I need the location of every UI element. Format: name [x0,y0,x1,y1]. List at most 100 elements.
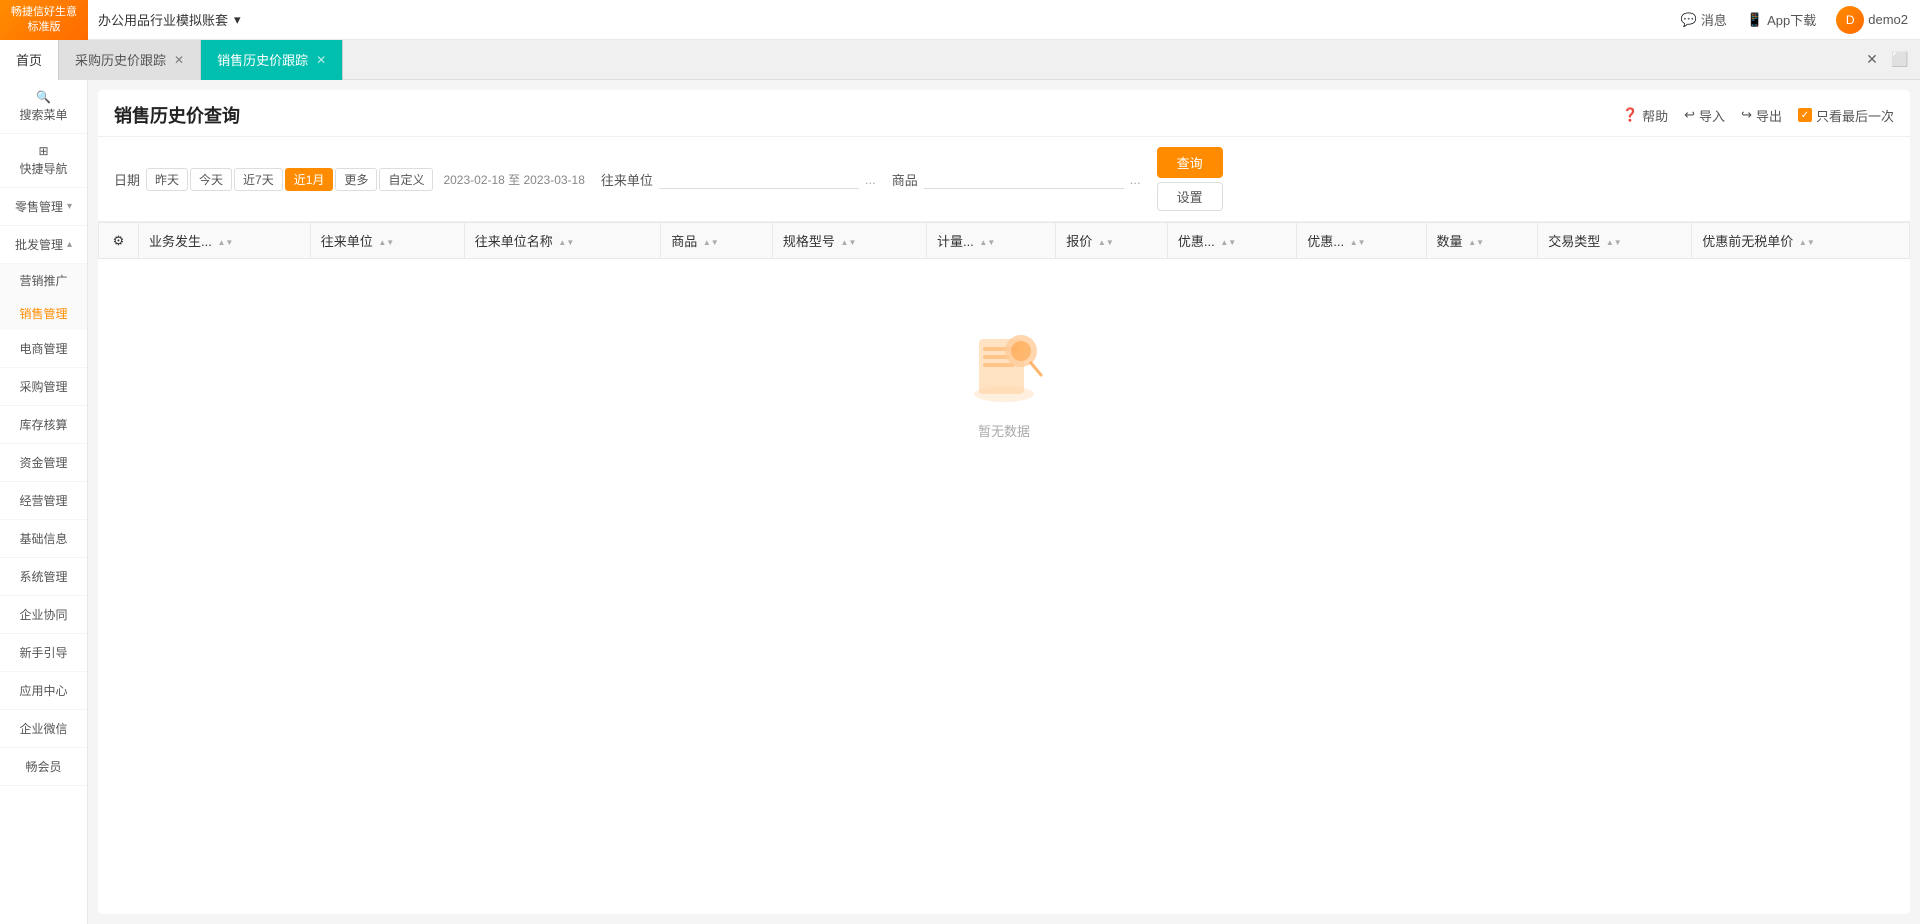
sort-icon: ▲▼ [1098,239,1114,247]
sidebar-item-member[interactable]: 畅会员 [0,748,87,786]
export-button[interactable]: ↪ 导出 [1741,106,1782,125]
query-button[interactable]: 查询 [1157,147,1223,178]
date-btn-7days[interactable]: 近7天 [234,168,283,191]
sidebar-item-search[interactable]: 🔍 搜索菜单 [0,80,87,134]
maximize-action[interactable]: ⬜ [1890,50,1910,70]
sort-icon: ▲▼ [1606,239,1622,247]
th-product[interactable]: 商品 ▲▼ [661,223,773,259]
page-card: 销售历史价查询 ❓ 帮助 ↩ 导入 ↪ 导出 ✓ [98,90,1910,914]
chevron-down-icon: ▾ [234,12,241,28]
account-selector[interactable]: 办公用品行业模拟账套 ▾ [88,10,251,29]
th-unit[interactable]: 计量... ▲▼ [926,223,1055,259]
sidebar-item-system[interactable]: 系统管理 [0,558,87,596]
date-btn-more[interactable]: 更多 [335,168,377,191]
tab-sales[interactable]: 销售历史价跟踪 ✕ [201,40,343,80]
sidebar-item-operations[interactable]: 经营管理 [0,482,87,520]
product-label: 商品 [892,170,918,189]
th-spec[interactable]: 规格型号 ▲▼ [772,223,926,259]
sidebar-item-enterprise[interactable]: 企业协同 [0,596,87,634]
import-button[interactable]: ↩ 导入 [1684,106,1725,125]
product-filter-group: 商品 ... [892,169,1141,189]
sort-icon: ▲▼ [378,239,394,247]
sort-icon: ▲▼ [217,239,233,247]
message-button[interactable]: 💬 消息 [1681,10,1727,29]
checkbox-checked-icon: ✓ [1798,108,1812,122]
help-button[interactable]: ❓ 帮助 [1622,106,1668,125]
user-menu[interactable]: D demo2 [1836,6,1908,34]
date-btn-group: 昨天 今天 近7天 近1月 更多 自定义 [146,168,433,191]
sidebar-item-shortcut[interactable]: ⊞ 快捷导航 [0,134,87,188]
sidebar-item-basic[interactable]: 基础信息 [0,520,87,558]
th-partner-name[interactable]: 往来单位名称 ▲▼ [464,223,660,259]
logo[interactable]: 畅捷信好生意 标准版 [0,0,88,40]
avatar: D [1836,6,1864,34]
partner-input[interactable] [659,169,859,189]
sidebar-item-sales-mgmt[interactable]: 销售管理 [0,297,87,330]
page-title-bar: 销售历史价查询 ❓ 帮助 ↩ 导入 ↪ 导出 ✓ [98,90,1910,137]
th-pre-tax[interactable]: 优惠前无税单价 ▲▼ [1692,223,1910,259]
action-buttons: 查询 设置 [1157,147,1223,211]
th-trade-type[interactable]: 交易类型 ▲▼ [1538,223,1692,259]
date-btn-today[interactable]: 今天 [190,168,232,191]
product-input[interactable] [924,169,1124,189]
date-btn-yesterday[interactable]: 昨天 [146,168,188,191]
product-dots[interactable]: ... [1130,172,1141,187]
th-gear[interactable]: ⚙ [99,223,139,259]
close-tab-action[interactable]: ✕ [1862,50,1882,70]
tab-actions: ✕ ⬜ [1862,50,1920,70]
sidebar-item-wechat[interactable]: 企业微信 [0,710,87,748]
th-discount1[interactable]: 优惠... ▲▼ [1167,223,1296,259]
sidebar-item-wholesale[interactable]: 批发管理 ▴ [0,226,87,264]
sidebar-item-finance[interactable]: 资金管理 [0,444,87,482]
partner-dots[interactable]: ... [865,172,876,187]
search-icon: 🔍 [36,90,51,104]
tab-purchase-label: 采购历史价跟踪 [75,50,166,69]
date-btn-1month[interactable]: 近1月 [285,168,334,191]
grid-icon: ⊞ [38,144,48,158]
sidebar: 🔍 搜索菜单 ⊞ 快捷导航 零售管理 ▾ 批发管理 ▴ 营销推广 销售管理 电商… [0,80,88,924]
page-title-actions: ❓ 帮助 ↩ 导入 ↪ 导出 ✓ 只看最后一次 [1622,106,1894,125]
gear-icon: ⚙ [113,233,125,248]
tab-bar: 首页 采购历史价跟踪 ✕ 销售历史价跟踪 ✕ ✕ ⬜ [0,40,1920,80]
empty-state: 暂无数据 [98,259,1910,500]
settings-button[interactable]: 设置 [1157,182,1223,211]
tab-purchase[interactable]: 采购历史价跟踪 ✕ [59,40,201,80]
date-label: 日期 [114,170,140,189]
sort-icon: ▲▼ [1799,239,1815,247]
th-price[interactable]: 报价 ▲▼ [1056,223,1168,259]
tab-purchase-close[interactable]: ✕ [174,53,184,67]
partner-label: 往来单位 [601,170,653,189]
chevron-up-icon: ▴ [67,239,72,250]
logo-text: 畅捷信好生意 标准版 [11,5,77,34]
sort-icon: ▲▼ [841,239,857,247]
sort-icon: ▲▼ [1468,239,1484,247]
tab-home[interactable]: 首页 [0,40,59,80]
partner-filter-group: 往来单位 ... [601,169,876,189]
th-biz-date[interactable]: 业务发生... ▲▼ [139,223,311,259]
th-partner-code[interactable]: 往来单位 ▲▼ [310,223,464,259]
sidebar-item-newbie[interactable]: 新手引导 [0,634,87,672]
help-icon: ❓ [1622,107,1638,123]
sort-icon: ▲▼ [558,239,574,247]
chevron-down-icon: ▾ [67,201,72,212]
only-last-checkbox-label[interactable]: ✓ 只看最后一次 [1798,106,1894,125]
th-discount2[interactable]: 优惠... ▲▼ [1297,223,1426,259]
sidebar-item-apps[interactable]: 应用中心 [0,672,87,710]
page-title: 销售历史价查询 [114,102,240,128]
date-btn-custom[interactable]: 自定义 [379,168,433,191]
message-icon: 💬 [1681,12,1697,28]
sidebar-item-ecommerce[interactable]: 电商管理 [0,330,87,368]
table-container: ⚙ 业务发生... ▲▼ 往来单位 ▲▼ 往来单位名称 [98,222,1910,914]
sidebar-item-inventory[interactable]: 库存核算 [0,406,87,444]
tab-sales-label: 销售历史价跟踪 [217,50,308,69]
sort-icon: ▲▼ [979,239,995,247]
th-quantity[interactable]: 数量 ▲▼ [1426,223,1538,259]
sidebar-item-marketing[interactable]: 营销推广 [0,264,87,297]
sidebar-item-purchase[interactable]: 采购管理 [0,368,87,406]
header-right: 💬 消息 📱 App下载 D demo2 [1681,6,1908,34]
sidebar-item-retail[interactable]: 零售管理 ▾ [0,188,87,226]
tab-sales-close[interactable]: ✕ [316,53,326,67]
date-range-text: 2023-02-18 至 2023-03-18 [443,171,584,188]
export-icon: ↪ [1741,107,1752,123]
app-download-button[interactable]: 📱 App下载 [1747,10,1816,29]
